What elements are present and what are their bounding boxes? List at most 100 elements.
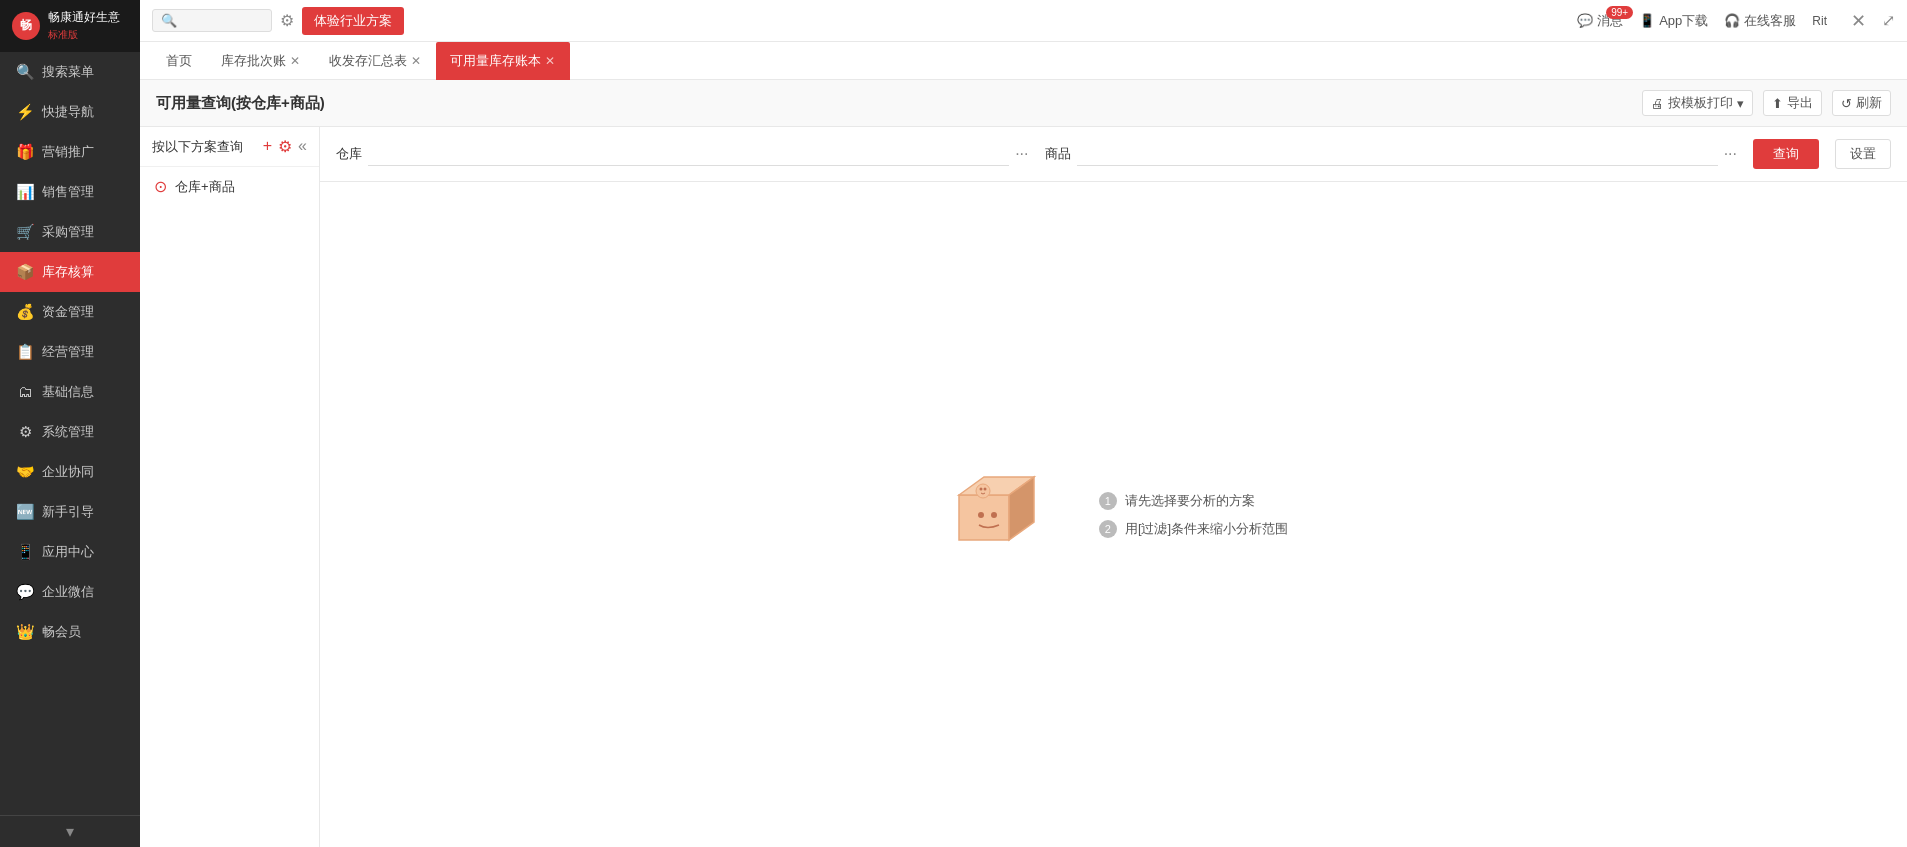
scheme-header: 按以下方案查询 + ⚙ « xyxy=(140,127,319,167)
enterprise-icon: 🤝 xyxy=(16,463,34,481)
scheme-add-btn[interactable]: + xyxy=(263,137,272,156)
sidebar-item-label: 应用中心 xyxy=(42,543,94,561)
scheme-collapse-btn[interactable]: « xyxy=(298,137,307,156)
message-btn[interactable]: 💬 消息 99+ xyxy=(1577,12,1623,30)
tip-item-1: 1 请先选择要分析的方案 xyxy=(1099,492,1288,510)
sidebar-item-label: 库存核算 xyxy=(42,263,94,281)
sidebar-item-label: 新手引导 xyxy=(42,503,94,521)
tab-available[interactable]: 可用量库存账本 ✕ xyxy=(436,42,570,80)
search-icon: 🔍 xyxy=(16,63,34,81)
appstore-icon: 📱 xyxy=(16,543,34,561)
warehouse-input[interactable] xyxy=(368,142,1009,166)
sidebar-header: 畅 畅康通好生意 标准版 xyxy=(0,0,140,52)
sidebar-item-member[interactable]: 👑 畅会员 xyxy=(0,612,140,652)
sidebar-item-label: 基础信息 xyxy=(42,383,94,401)
operations-icon: 📋 xyxy=(16,343,34,361)
product-input[interactable] xyxy=(1077,142,1718,166)
filter-setting-btn[interactable]: 设置 xyxy=(1835,139,1891,169)
sidebar-item-appstore[interactable]: 📱 应用中心 xyxy=(0,532,140,572)
print-icon: 🖨 xyxy=(1651,96,1664,111)
tab-batch[interactable]: 库存批次账 ✕ xyxy=(207,42,315,80)
tabs-bar: 首页 库存批次账 ✕ 收发存汇总表 ✕ 可用量库存账本 ✕ xyxy=(140,42,1907,80)
purchase-icon: 🛒 xyxy=(16,223,34,241)
sidebar-item-label: 畅会员 xyxy=(42,623,81,641)
export-icon: ⬆ xyxy=(1772,96,1783,111)
sales-icon: 📊 xyxy=(16,183,34,201)
print-dropdown-icon: ▾ xyxy=(1737,96,1744,111)
sidebar: 畅 畅康通好生意 标准版 🔍 搜索菜单 ⚡ 快捷导航 🎁 营销推广 📊 销售管理… xyxy=(0,0,140,847)
app-version: 标准版 xyxy=(48,28,120,42)
system-icon: ⚙ xyxy=(16,423,34,441)
app-name: 畅康通好生意 xyxy=(48,10,120,26)
page-actions: 🖨 按模板打印 ▾ ⬆ 导出 ↺ 刷新 xyxy=(1642,90,1891,116)
tab-available-close[interactable]: ✕ xyxy=(545,54,555,68)
refresh-label: 刷新 xyxy=(1856,94,1882,112)
print-btn[interactable]: 🖨 按模板打印 ▾ xyxy=(1642,90,1753,116)
sidebar-item-search[interactable]: 🔍 搜索菜单 xyxy=(0,52,140,92)
query-btn[interactable]: 查询 xyxy=(1753,139,1819,169)
topbar-search-box[interactable]: 🔍 xyxy=(152,9,272,32)
tip-text-2: 用[过滤]条件来缩小分析范围 xyxy=(1125,520,1288,538)
sidebar-item-basic[interactable]: 🗂 基础信息 xyxy=(0,372,140,412)
sidebar-scroll[interactable]: 🔍 搜索菜单 ⚡ 快捷导航 🎁 营销推广 📊 销售管理 🛒 采购管理 📦 库存核… xyxy=(0,52,140,815)
industry-btn[interactable]: 体验行业方案 xyxy=(302,7,404,35)
sidebar-item-label: 资金管理 xyxy=(42,303,94,321)
sidebar-item-wechat[interactable]: 💬 企业微信 xyxy=(0,572,140,612)
export-btn[interactable]: ⬆ 导出 xyxy=(1763,90,1822,116)
tab-home[interactable]: 首页 xyxy=(152,42,207,80)
sidebar-item-operations[interactable]: 📋 经营管理 xyxy=(0,332,140,372)
sidebar-item-nav[interactable]: ⚡ 快捷导航 xyxy=(0,92,140,132)
search-input[interactable] xyxy=(181,14,261,28)
tab-summary-close[interactable]: ✕ xyxy=(411,54,421,68)
online-service-btn[interactable]: 🎧 在线客服 xyxy=(1724,12,1796,30)
service-label: 在线客服 xyxy=(1744,12,1796,30)
tip-item-2: 2 用[过滤]条件来缩小分析范围 xyxy=(1099,520,1288,538)
warehouse-label: 仓库 xyxy=(336,145,362,163)
tab-batch-close[interactable]: ✕ xyxy=(290,54,300,68)
tab-summary-label: 收发存汇总表 xyxy=(329,52,407,70)
sidebar-item-newbie[interactable]: 🆕 新手引导 xyxy=(0,492,140,532)
warehouse-more-btn[interactable]: ··· xyxy=(1015,145,1028,163)
export-label: 导出 xyxy=(1787,94,1813,112)
settings-icon[interactable]: ⚙ xyxy=(280,11,294,30)
sidebar-item-inventory[interactable]: 📦 库存核算 xyxy=(0,252,140,292)
marketing-icon: 🎁 xyxy=(16,143,34,161)
app-download-label: App下载 xyxy=(1659,12,1708,30)
scheme-actions: + ⚙ « xyxy=(263,137,307,156)
tip-num-2: 2 xyxy=(1099,520,1117,538)
empty-tips: 1 请先选择要分析的方案 2 用[过滤]条件来缩小分析范围 xyxy=(1099,492,1288,538)
chevron-down-icon: ▾ xyxy=(66,822,74,841)
scheme-item-warehouse-product[interactable]: ⊙ 仓库+商品 xyxy=(140,167,319,206)
box-illustration xyxy=(939,455,1059,575)
sidebar-item-purchase[interactable]: 🛒 采购管理 xyxy=(0,212,140,252)
sidebar-item-enterprise[interactable]: 🤝 企业协同 xyxy=(0,452,140,492)
app-download-btn[interactable]: 📱 App下载 xyxy=(1639,12,1708,30)
sidebar-item-sales[interactable]: 📊 销售管理 xyxy=(0,172,140,212)
svg-point-5 xyxy=(976,484,990,498)
sidebar-item-finance[interactable]: 💰 资金管理 xyxy=(0,292,140,332)
sidebar-item-system[interactable]: ⚙ 系统管理 xyxy=(0,412,140,452)
expand-btn[interactable]: ⤢ xyxy=(1882,11,1895,30)
topbar: 🔍 ⚙ 体验行业方案 💬 消息 99+ 📱 App下载 🎧 在线客服 Rit ✕… xyxy=(140,0,1907,42)
refresh-btn[interactable]: ↺ 刷新 xyxy=(1832,90,1891,116)
sidebar-item-label: 系统管理 xyxy=(42,423,94,441)
message-icon: 💬 xyxy=(1577,13,1593,28)
tab-summary[interactable]: 收发存汇总表 ✕ xyxy=(315,42,436,80)
scheme-settings-btn[interactable]: ⚙ xyxy=(278,137,292,156)
page-title: 可用量查询(按仓库+商品) xyxy=(156,94,325,113)
user-btn[interactable]: Rit xyxy=(1812,14,1827,28)
close-window-btn[interactable]: ✕ xyxy=(1851,10,1866,32)
sidebar-item-label: 经营管理 xyxy=(42,343,94,361)
sidebar-scroll-down[interactable]: ▾ xyxy=(0,815,140,847)
scheme-item-icon: ⊙ xyxy=(154,177,167,196)
svg-marker-0 xyxy=(959,495,1009,540)
content-area: 按以下方案查询 + ⚙ « ⊙ 仓库+商品 仓库 ··· xyxy=(140,127,1907,847)
sidebar-item-label: 企业微信 xyxy=(42,583,94,601)
product-more-btn[interactable]: ··· xyxy=(1724,145,1737,163)
page-header: 可用量查询(按仓库+商品) 🖨 按模板打印 ▾ ⬆ 导出 ↺ 刷新 xyxy=(140,80,1907,127)
svg-point-6 xyxy=(979,487,982,490)
tab-available-label: 可用量库存账本 xyxy=(450,52,541,70)
sidebar-item-marketing[interactable]: 🎁 营销推广 xyxy=(0,132,140,172)
message-badge: 99+ xyxy=(1606,6,1633,19)
sidebar-item-label: 营销推广 xyxy=(42,143,94,161)
